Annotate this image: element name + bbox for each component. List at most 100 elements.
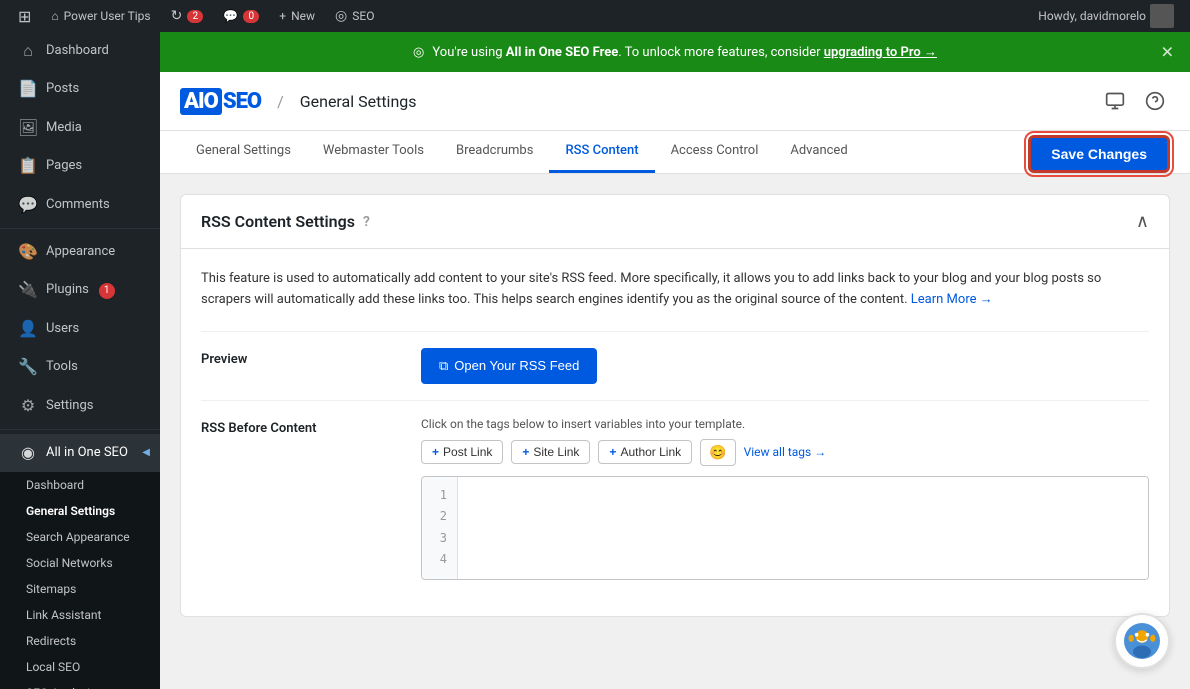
banner-close-button[interactable]: ✕ — [1161, 43, 1174, 62]
menu-divider-2 — [0, 429, 160, 430]
open-rss-feed-button[interactable]: ⧉ Open Your RSS Feed — [421, 348, 597, 384]
new-label: New — [291, 9, 315, 23]
sidebar-item-label: Tools — [46, 358, 78, 376]
help-button[interactable] — [1140, 86, 1170, 116]
rss-before-textarea[interactable] — [458, 477, 1148, 579]
external-link-icon: ⧉ — [439, 358, 448, 374]
tab-breadcrumbs[interactable]: Breadcrumbs — [440, 131, 549, 173]
sidebar-item-label: Users — [46, 320, 79, 338]
media-icon: 🖼 — [18, 117, 38, 139]
sidebar-item-label: Media — [46, 119, 82, 137]
page-header-left: AIOSEO / General Settings — [180, 89, 417, 114]
rss-before-control: Click on the tags below to insert variab… — [421, 417, 1149, 580]
updates-badge: 2 — [187, 10, 203, 23]
submenu-item-social-networks[interactable]: Social Networks — [0, 550, 160, 576]
users-icon: 👤 — [18, 318, 38, 340]
aioseo-icon: ◉ — [18, 442, 38, 464]
sidebar-item-label: Dashboard — [46, 42, 109, 60]
description-text: This feature is used to automatically ad… — [201, 269, 1149, 311]
tools-icon: 🔧 — [18, 356, 38, 378]
wp-logo-link[interactable]: ⊞ — [8, 0, 41, 32]
save-changes-button[interactable]: Save Changes — [1028, 135, 1170, 173]
sidebar-item-media[interactable]: 🖼 Media — [0, 109, 160, 147]
tab-navigation: General Settings Webmaster Tools Breadcr… — [160, 131, 1190, 174]
submenu-item-general-settings[interactable]: General Settings — [0, 498, 160, 524]
seo-link[interactable]: ◎ SEO — [325, 0, 384, 32]
settings-icon: ⚙ — [18, 395, 38, 417]
sidebar-item-posts[interactable]: 📄 Posts — [0, 70, 160, 108]
section-title: RSS Content Settings ? — [201, 212, 370, 231]
dashboard-icon: ⌂ — [18, 40, 38, 62]
home-icon: ⌂ — [51, 9, 58, 23]
comments-icon: 💬 — [18, 194, 38, 216]
plus-icon: + — [522, 445, 529, 459]
collapse-button[interactable]: ∧ — [1136, 211, 1149, 232]
plus-icon: + — [609, 445, 616, 459]
tab-general-settings[interactable]: General Settings — [180, 131, 307, 173]
new-content-link[interactable]: + New — [269, 0, 325, 32]
submenu-item-aioseo-dashboard[interactable]: Dashboard — [0, 472, 160, 498]
screen-options-button[interactable] — [1100, 86, 1130, 116]
submenu-item-seo-analysis[interactable]: SEO Analysis — [0, 680, 160, 689]
comments-link[interactable]: 💬 0 — [213, 0, 269, 32]
sidebar-item-aioseo[interactable]: ◉ All in One SEO ◀ — [0, 434, 160, 472]
pages-icon: 📋 — [18, 155, 38, 177]
sidebar-item-users[interactable]: 👤 Users — [0, 310, 160, 348]
section-help-icon[interactable]: ? — [363, 214, 370, 230]
tab-webmaster-tools[interactable]: Webmaster Tools — [307, 131, 440, 173]
seo-label: SEO — [352, 9, 374, 23]
submenu-item-search-appearance[interactable]: Search Appearance — [0, 524, 160, 550]
rss-content-section: RSS Content Settings ? ∧ This feature is… — [180, 194, 1170, 617]
sidebar-item-settings[interactable]: ⚙ Settings — [0, 387, 160, 425]
page-title: General Settings — [300, 92, 417, 111]
sidebar-item-comments[interactable]: 💬 Comments — [0, 186, 160, 224]
learn-more-link[interactable]: Learn More → — [911, 292, 993, 307]
submenu-item-redirects[interactable]: Redirects — [0, 628, 160, 654]
sidebar-item-tools[interactable]: 🔧 Tools — [0, 348, 160, 386]
rss-before-editor[interactable]: 1 2 3 4 — [421, 476, 1149, 580]
site-name-link[interactable]: ⌂ Power User Tips — [41, 0, 160, 32]
tab-access-control[interactable]: Access Control — [655, 131, 775, 173]
site-link-tag-button[interactable]: + Site Link — [511, 440, 590, 464]
user-greeting: Howdy, davidmorelo — [1038, 9, 1146, 23]
section-body: This feature is used to automatically ad… — [181, 249, 1169, 616]
sidebar-item-label: Comments — [46, 196, 110, 214]
comments-badge: 0 — [243, 10, 259, 23]
plugins-icon: 🔌 — [18, 279, 38, 301]
sidebar-item-label: Plugins — [46, 281, 89, 299]
plugins-badge: 1 — [99, 283, 115, 299]
upgrade-link[interactable]: upgrading to Pro → — [824, 45, 937, 60]
avatar[interactable] — [1150, 4, 1174, 28]
sidebar: ⌂ Dashboard 📄 Posts 🖼 Media 📋 Pages 💬 Co… — [0, 32, 160, 689]
aioseo-logo: AIOSEO — [180, 89, 261, 114]
content-area: RSS Content Settings ? ∧ This feature is… — [160, 174, 1190, 637]
breadcrumb-separator: / — [277, 92, 284, 111]
sidebar-item-dashboard[interactable]: ⌂ Dashboard — [0, 32, 160, 70]
page-header: AIOSEO / General Settings — [160, 72, 1190, 131]
view-all-tags-link[interactable]: View all tags → — [744, 445, 827, 459]
sidebar-item-pages[interactable]: 📋 Pages — [0, 147, 160, 185]
appearance-icon: 🎨 — [18, 241, 38, 263]
submenu-item-sitemaps[interactable]: Sitemaps — [0, 576, 160, 602]
chat-support-bubble[interactable] — [1114, 613, 1170, 669]
post-link-tag-button[interactable]: + Post Link — [421, 440, 503, 464]
page-header-icons — [1100, 86, 1170, 116]
preview-label: Preview — [201, 348, 401, 367]
submenu-item-link-assistant[interactable]: Link Assistant — [0, 602, 160, 628]
tag-buttons-group: + Post Link + Site Link + Author Link — [421, 439, 1149, 466]
aioseo-submenu: Dashboard General Settings Search Appear… — [0, 472, 160, 689]
banner-icon: ◎ — [413, 45, 424, 60]
updates-link[interactable]: ↻ 2 — [161, 0, 214, 32]
sidebar-item-label: Settings — [46, 397, 93, 415]
emoji-picker-button[interactable]: 😊 — [700, 439, 735, 466]
sidebar-item-appearance[interactable]: 🎨 Appearance — [0, 233, 160, 271]
sidebar-item-plugins[interactable]: 🔌 Plugins 1 — [0, 271, 160, 309]
sidebar-item-label: Pages — [46, 157, 82, 175]
submenu-item-local-seo[interactable]: Local SEO — [0, 654, 160, 680]
tab-rss-content[interactable]: RSS Content — [549, 131, 654, 173]
sidebar-item-label: Appearance — [46, 243, 115, 261]
tab-advanced[interactable]: Advanced — [774, 131, 863, 173]
author-link-tag-button[interactable]: + Author Link — [598, 440, 692, 464]
chevron-right-icon: ◀ — [142, 446, 150, 460]
section-header: RSS Content Settings ? ∧ — [181, 195, 1169, 249]
